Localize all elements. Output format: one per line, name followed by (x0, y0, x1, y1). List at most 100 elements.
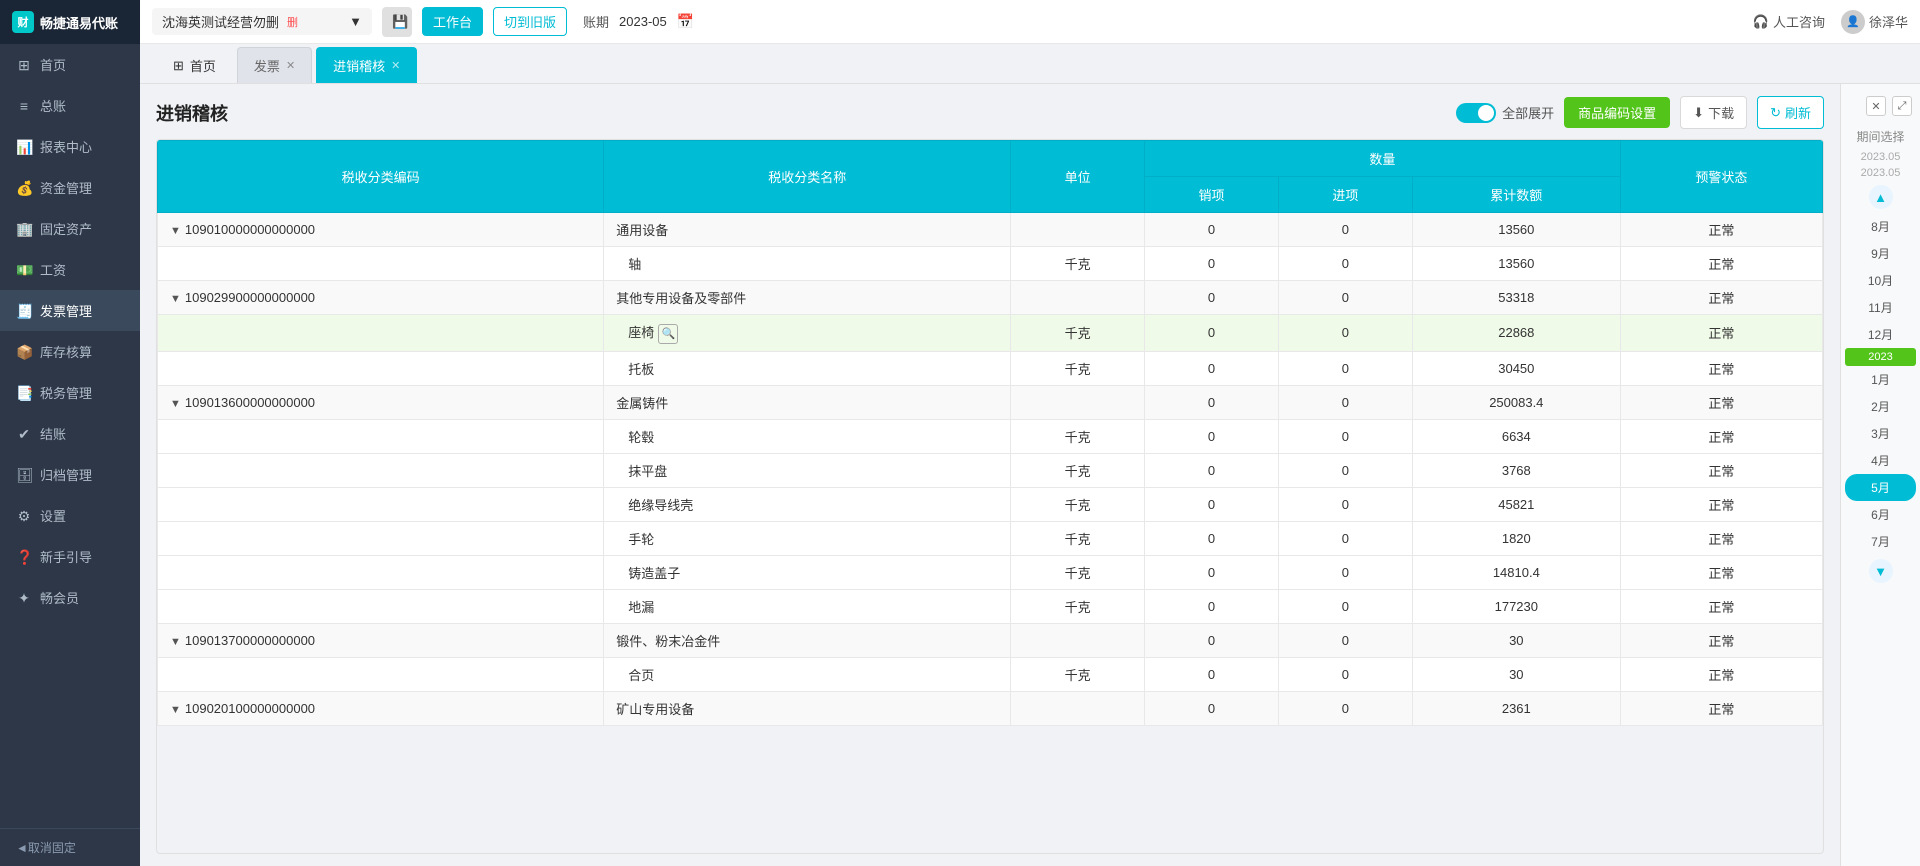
product-code-button[interactable]: 商品编码设置 (1564, 97, 1670, 128)
collapse-icon[interactable]: ▼ (170, 293, 181, 305)
month-item[interactable]: 5月 (1845, 474, 1916, 501)
save-button[interactable]: 💾 (382, 7, 412, 37)
collapse-icon[interactable]: ▼ (170, 398, 181, 410)
cell-status: 正常 (1620, 351, 1822, 385)
cell-purchase: 0 (1278, 247, 1412, 281)
switch-version-button[interactable]: 切到旧版 (493, 7, 567, 36)
period-value: 2023-05 (619, 14, 667, 29)
close-panel-button[interactable]: ✕ (1866, 96, 1886, 116)
month-item[interactable]: 3月 (1845, 420, 1916, 447)
expand-panel-button[interactable]: ⤢ (1892, 96, 1912, 116)
workspace-button[interactable]: 工作台 (422, 7, 483, 36)
month-item[interactable]: 8月 (1845, 213, 1916, 240)
calendar-icon[interactable]: 📅 (677, 13, 694, 30)
month-item[interactable]: 10月 (1845, 267, 1916, 294)
app-name: 畅捷通易代账 (40, 13, 118, 32)
month-item[interactable]: 11月 (1845, 294, 1916, 321)
cell-total: 13560 (1412, 213, 1620, 247)
month-item[interactable]: 2023 (1845, 348, 1916, 366)
company-name: 沈海英测试经营勿删 (162, 12, 279, 31)
cell-total: 30450 (1412, 351, 1620, 385)
sidebar-item-checkout[interactable]: ✔ 结账 (0, 413, 140, 454)
period-down-arrow[interactable]: ▼ (1869, 559, 1893, 583)
close-active-tab-icon[interactable]: ✕ (391, 59, 400, 72)
month-item[interactable]: 7月 (1845, 528, 1916, 555)
month-item[interactable]: 12月 (1845, 321, 1916, 348)
cell-status: 正常 (1620, 419, 1822, 453)
search-icon[interactable]: 🔍 (658, 324, 678, 344)
cell-total: 6634 (1412, 419, 1620, 453)
cell-total: 22868 (1412, 315, 1620, 352)
collapse-icon[interactable]: ▼ (170, 704, 181, 716)
inventory-icon: 📦 (16, 344, 32, 360)
sidebar-item-inventory[interactable]: 📦 库存核算 (0, 331, 140, 372)
cell-sales: 0 (1145, 555, 1279, 589)
period-label: 账期 (583, 12, 609, 31)
sidebar-item-home[interactable]: ⊞ 首页 (0, 44, 140, 85)
cell-total: 2361 (1412, 691, 1620, 725)
cell-purchase: 0 (1278, 521, 1412, 555)
close-tab-icon[interactable]: ✕ (286, 59, 295, 72)
cell-status: 正常 (1620, 623, 1822, 657)
sidebar-item-guide[interactable]: ❓ 新手引导 (0, 536, 140, 577)
cell-purchase: 0 (1278, 487, 1412, 521)
month-item[interactable]: 6月 (1845, 501, 1916, 528)
period-year-2[interactable]: 2023.05 (1845, 165, 1916, 181)
cell-purchase: 0 (1278, 213, 1412, 247)
sidebar-item-member[interactable]: ✦ 畅会员 (0, 577, 140, 618)
sidebar-item-label: 库存核算 (40, 342, 92, 361)
cell-unit: 千克 (1011, 453, 1145, 487)
page-header: 进销稽核 全部展开 商品编码设置 ⬇ 下载 ↻ 刷新 (156, 96, 1824, 129)
cell-total: 14810.4 (1412, 555, 1620, 589)
collapse-icon[interactable]: ▼ (170, 225, 181, 237)
expand-toggle[interactable] (1456, 103, 1496, 123)
cell-total: 13560 (1412, 247, 1620, 281)
tab-label: 首页 (190, 56, 216, 75)
home-tab-icon: ⊞ (173, 58, 184, 74)
table-row: 手轮 千克 0 0 1820 正常 (158, 521, 1823, 555)
user-menu[interactable]: 👤 徐泽华 (1841, 10, 1908, 34)
cell-name: 座椅🔍 (604, 315, 1011, 352)
month-item[interactable]: 1月 (1845, 366, 1916, 393)
sidebar-item-assets[interactable]: 🏢 固定资产 (0, 208, 140, 249)
panel-controls: ✕ ⤢ (1845, 92, 1916, 124)
service-label: 人工咨询 (1773, 12, 1825, 31)
unpin-button[interactable]: ◄取消固定 (0, 828, 140, 866)
month-item[interactable]: 9月 (1845, 240, 1916, 267)
cell-sales: 0 (1145, 315, 1279, 352)
download-button[interactable]: ⬇ 下载 (1680, 96, 1747, 129)
cell-status: 正常 (1620, 453, 1822, 487)
sidebar-item-label: 报表中心 (40, 137, 92, 156)
cell-code: ▼109013600000000000 (158, 385, 604, 419)
cell-name: 铸造盖子 (604, 555, 1011, 589)
cell-total: 53318 (1412, 281, 1620, 315)
month-item[interactable]: 4月 (1845, 447, 1916, 474)
cell-unit (1011, 385, 1145, 419)
month-item[interactable]: 2月 (1845, 393, 1916, 420)
table-row: 托板 千克 0 0 30450 正常 (158, 351, 1823, 385)
sidebar-item-tax[interactable]: 📑 税务管理 (0, 372, 140, 413)
table-row: ▼109013700000000000 锻件、粉末冶金件 0 0 30 正常 (158, 623, 1823, 657)
cell-status: 正常 (1620, 521, 1822, 555)
service-button[interactable]: 🎧 人工咨询 (1753, 12, 1825, 31)
tab-label: 发票 (254, 56, 280, 75)
sidebar-item-archive[interactable]: 🗄 归档管理 (0, 454, 140, 495)
tab-reconcile[interactable]: 进销稽核 ✕ (316, 47, 417, 83)
sidebar-item-ledger[interactable]: ≡ 总账 (0, 85, 140, 126)
sidebar-item-salary[interactable]: 💵 工资 (0, 249, 140, 290)
refresh-button[interactable]: ↻ 刷新 (1757, 96, 1824, 129)
collapse-icon[interactable]: ▼ (170, 636, 181, 648)
period-year-1[interactable]: 2023.05 (1845, 149, 1916, 165)
sidebar-item-invoice[interactable]: 🧾 发票管理 (0, 290, 140, 331)
cell-unit (1011, 691, 1145, 725)
sidebar-item-settings[interactable]: ⚙ 设置 (0, 495, 140, 536)
cell-unit (1011, 213, 1145, 247)
sidebar-item-capital[interactable]: 💰 资金管理 (0, 167, 140, 208)
company-selector[interactable]: 沈海英测试经营勿删 删 ▼ (152, 8, 372, 35)
tab-invoice[interactable]: 发票 ✕ (237, 47, 312, 83)
period-up-arrow[interactable]: ▲ (1869, 185, 1893, 209)
tab-home[interactable]: ⊞ 首页 (156, 47, 233, 83)
cell-unit (1011, 281, 1145, 315)
sidebar-item-report[interactable]: 📊 报表中心 (0, 126, 140, 167)
table-row: 地漏 千克 0 0 177230 正常 (158, 589, 1823, 623)
